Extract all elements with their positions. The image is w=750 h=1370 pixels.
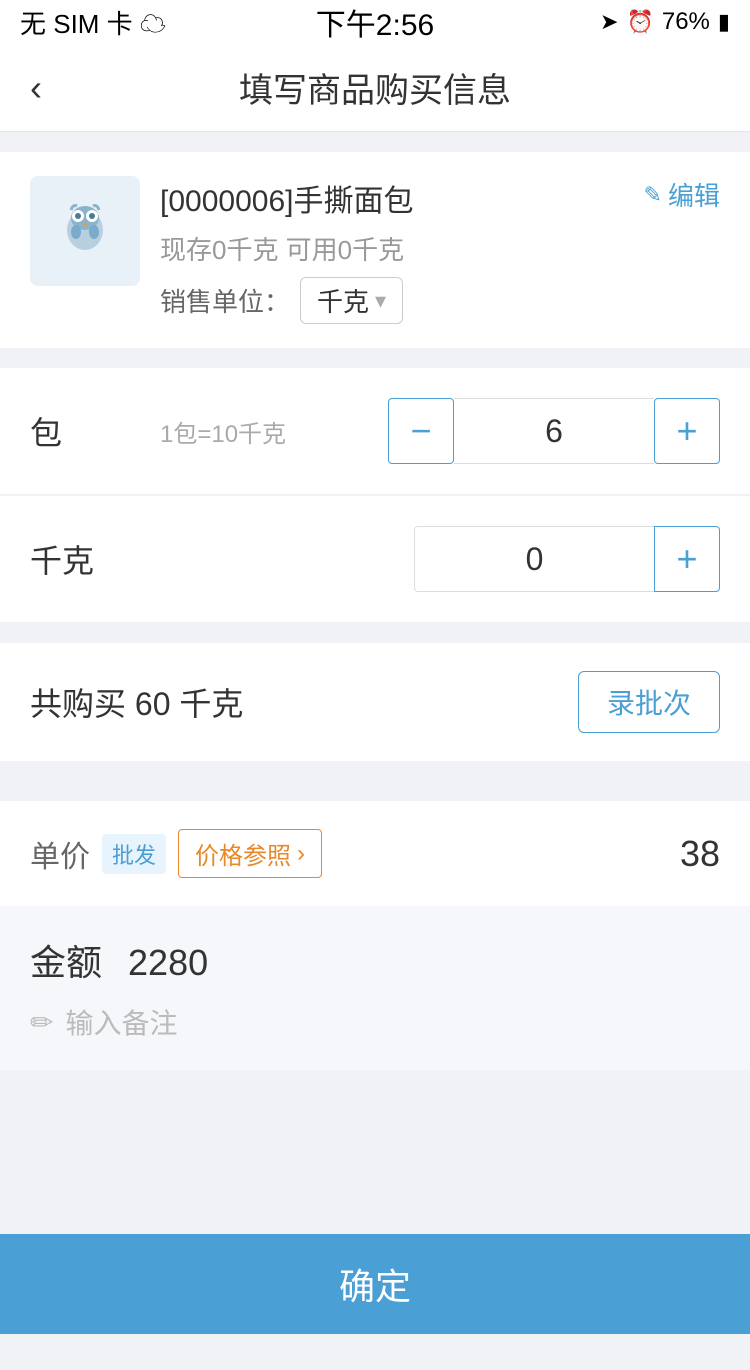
total-row: 共购买 60 千克 录批次 [0,643,750,761]
amount-label: 金额 [30,942,102,983]
confirm-label: 确定 [339,1258,411,1310]
product-image [30,176,140,286]
bao-label: 包 [30,408,150,454]
status-left: 无 SIM 卡 ☁ [20,4,166,41]
price-label-group: 单价 批发 价格参照 › [30,829,322,878]
amount-section: 金额 2280 ✏ 输入备注 [0,906,750,1070]
sim-status: 无 SIM 卡 ☁ [20,4,166,41]
bao-plus-button[interactable]: + [654,398,720,464]
total-text: 共购买 60 千克 [30,679,243,725]
separator-3 [0,761,750,781]
amount-row: 金额 2280 [30,934,720,986]
product-unit-row: 销售单位： 千克 ▾ [160,277,720,324]
bao-minus-button[interactable]: − [388,398,454,464]
bao-input-controls: − + [388,398,720,464]
price-tag-batch: 批发 [102,834,166,874]
note-placeholder: 输入备注 [65,1002,177,1042]
price-label: 单价 [30,832,90,876]
status-right: ➤ ⏰ 76% ▮ [600,8,730,36]
edit-label: 编辑 [668,176,720,213]
price-value: 38 [680,833,720,875]
bao-input-section: 包 1包=10千克 − + [0,368,750,495]
price-section: 单价 批发 价格参照 › 38 [0,801,750,906]
kg-input-controls: + [414,526,720,592]
separator-2 [0,623,750,643]
amount-value: 2280 [128,942,208,983]
status-time: 下午2:56 [316,0,434,44]
product-stock: 现存0千克 可用0千克 [160,230,720,267]
battery-text: 76% [662,8,710,36]
product-thumbnail [55,196,115,267]
unit-value: 千克 [317,282,369,319]
page-title: 填写商品购买信息 [239,63,511,112]
bao-value-input[interactable] [454,398,654,464]
bao-input-row: 包 1包=10千克 − + [0,368,750,495]
product-info: [0000006]手撕面包 现存0千克 可用0千克 销售单位： 千克 ▾ [160,176,720,324]
status-bar: 无 SIM 卡 ☁ 下午2:56 ➤ ⏰ 76% ▮ [0,0,750,44]
kg-input-row: 千克 + [0,496,750,623]
price-ref-button[interactable]: 价格参照 › [178,829,322,878]
product-name: [0000006]手撕面包 [160,176,720,220]
bao-hint: 1包=10千克 [160,414,388,449]
pencil-icon: ✏ [30,1006,53,1039]
note-row[interactable]: ✏ 输入备注 [30,1002,720,1042]
confirm-bar[interactable]: 确定 [0,1234,750,1334]
batch-button[interactable]: 录批次 [578,671,720,733]
product-card: [0000006]手撕面包 现存0千克 可用0千克 销售单位： 千克 ▾ ✎ 编… [0,152,750,348]
kg-value-input[interactable] [414,526,654,592]
separator-1 [0,348,750,368]
battery-icon: ▮ [718,9,730,35]
back-button[interactable]: ‹ [30,67,42,109]
nav-bar: ‹ 填写商品购买信息 [0,44,750,132]
edit-button[interactable]: ✎ 编辑 [644,176,720,213]
unit-label: 销售单位： [160,282,290,319]
location-icon: ➤ [600,9,618,35]
unit-select[interactable]: 千克 ▾ [300,277,403,324]
unit-dropdown-icon: ▾ [375,288,386,314]
alarm-icon: ⏰ [626,9,653,35]
price-ref-label: 价格参照 [195,836,291,871]
kg-label: 千克 [30,536,150,582]
edit-icon: ✎ [644,182,662,208]
price-ref-arrow: › [297,840,305,868]
kg-input-section: 千克 + [0,496,750,623]
kg-plus-button[interactable]: + [654,526,720,592]
